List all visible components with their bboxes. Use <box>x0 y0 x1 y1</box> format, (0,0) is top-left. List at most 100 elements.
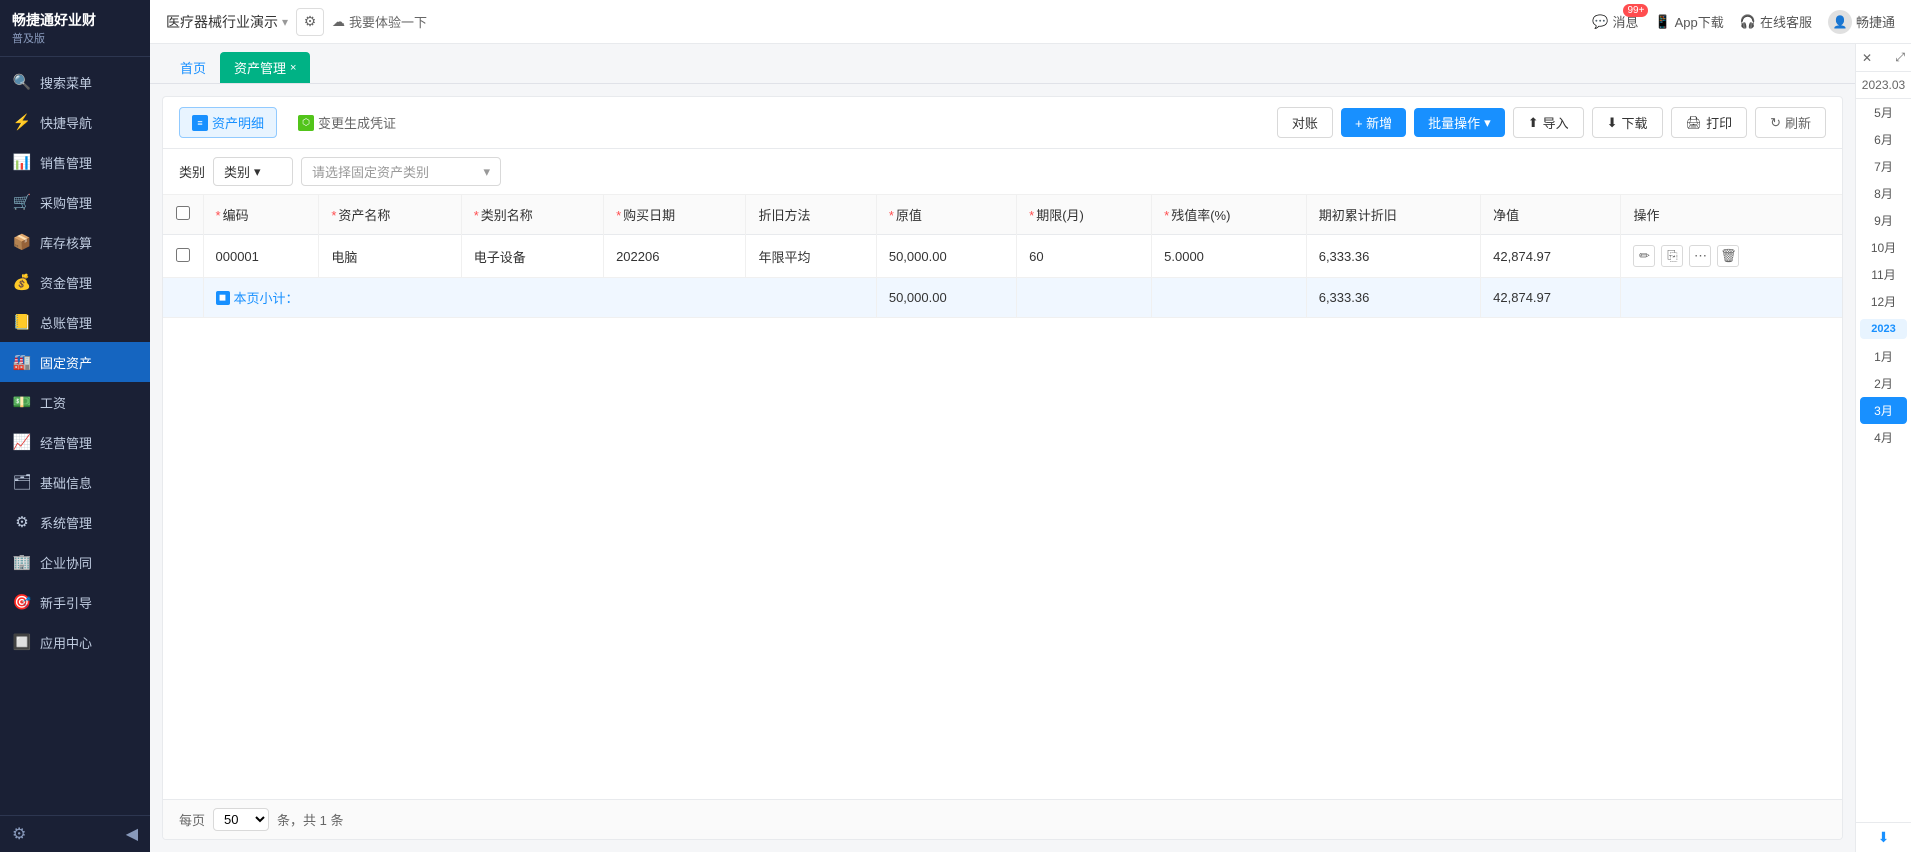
sidebar-item-system[interactable]: ⚙ 系统管理 <box>0 502 150 542</box>
sub-tab-asset-detail[interactable]: ≡ 资产明细 <box>179 107 277 138</box>
current-year-section: 2023 1月 2月 3月 4月 <box>1856 319 1911 451</box>
tab-close-icon[interactable]: × <box>290 62 296 74</box>
header-original-value: *原值 <box>876 195 1016 235</box>
experience-label: 我要体验一下 <box>349 12 427 31</box>
sidebar-item-label: 企业协同 <box>40 553 92 572</box>
refresh-button[interactable]: ↻ 刷新 <box>1755 107 1826 138</box>
export-button[interactable]: ⬆ 导入 <box>1513 107 1584 138</box>
print-icon: 🖨 <box>1686 115 1703 131</box>
capital-icon: 💰 <box>12 272 32 292</box>
sidebar-item-fixed-assets[interactable]: 🏭 固定资产 <box>0 342 150 382</box>
header-purchase-date: *购买日期 <box>604 195 746 235</box>
month-item[interactable]: 9月 <box>1856 207 1911 234</box>
month-item[interactable]: 11月 <box>1856 261 1911 288</box>
tab-asset-management[interactable]: 资产管理 × <box>220 52 310 83</box>
app-download-button[interactable]: 📱 App下载 <box>1654 12 1723 31</box>
settings-icon[interactable]: ⚙ <box>12 824 26 844</box>
main-wrapper: 首页 资产管理 × ≡ 资产明细 ⬡ 变更生成凭证 对账 <box>150 44 1911 852</box>
month-item-mar[interactable]: 3月 <box>1860 397 1907 424</box>
cell-depreciation-method: 年限平均 <box>746 235 876 278</box>
sidebar-item-basic-info[interactable]: 🗂 基础信息 <box>0 462 150 502</box>
month-item[interactable]: 7月 <box>1856 153 1911 180</box>
print-button[interactable]: 🖨 打印 <box>1671 107 1748 138</box>
tab-home[interactable]: 首页 <box>166 52 220 83</box>
sidebar-item-label: 库存核算 <box>40 233 92 252</box>
category-label: 类别 <box>179 162 205 181</box>
payroll-icon: 💵 <box>12 392 32 412</box>
date-year-month-label: 2023.03 <box>1862 78 1905 92</box>
subtotal-initial-accumulated: 6,333.36 <box>1306 278 1480 318</box>
asset-detail-icon: ≡ <box>192 115 208 131</box>
company-selector[interactable]: 医疗器械行业演示 ▾ <box>166 12 288 32</box>
tab-home-label: 首页 <box>180 61 206 76</box>
filter-placeholder: 请选择固定资产类别 <box>312 162 429 181</box>
download-button[interactable]: ⬇ 下载 <box>1592 107 1663 138</box>
sidebar-item-search[interactable]: 🔍 搜索菜单 <box>0 62 150 102</box>
date-panel-header: ✕ ⤢ <box>1856 44 1911 72</box>
ledger-icon: 📒 <box>12 312 32 332</box>
service-label: 在线客服 <box>1760 12 1812 31</box>
header-depreciation-method: 折旧方法 <box>746 195 876 235</box>
chevron-down-icon: ▾ <box>254 164 261 180</box>
sidebar-item-payroll[interactable]: 💵 工资 <box>0 382 150 422</box>
month-item[interactable]: 5月 <box>1856 99 1911 126</box>
new-button[interactable]: + 新增 <box>1341 108 1406 137</box>
company-name: 医疗器械行业演示 <box>166 12 278 32</box>
edit-icon[interactable]: ✏ <box>1633 245 1655 267</box>
cell-name: 电脑 <box>319 235 461 278</box>
service-button[interactable]: 🎧 在线客服 <box>1740 12 1812 31</box>
sidebar-item-inventory[interactable]: 📦 库存核算 <box>0 222 150 262</box>
month-item-jan[interactable]: 1月 <box>1856 343 1911 370</box>
filter-bar: 类别 类别 ▾ 请选择固定资产类别 ▾ <box>163 149 1842 195</box>
date-year-month: 2023.03 <box>1856 72 1911 99</box>
settings-button[interactable]: ⚙ <box>296 8 324 36</box>
sub-tab-change-voucher[interactable]: ⬡ 变更生成凭证 <box>285 107 409 138</box>
month-item[interactable]: 8月 <box>1856 180 1911 207</box>
sidebar-item-apps[interactable]: 🔲 应用中心 <box>0 622 150 662</box>
sidebar-item-guide[interactable]: 🎯 新手引导 <box>0 582 150 622</box>
collapse-icon[interactable]: ◀ <box>126 824 138 844</box>
sidebar-item-purchase[interactable]: 🛒 采购管理 <box>0 182 150 222</box>
sidebar-item-sales[interactable]: 📊 销售管理 <box>0 142 150 182</box>
date-panel-close-icon[interactable]: ✕ <box>1860 49 1874 67</box>
per-page-select[interactable]: 50 10 20 100 <box>213 808 269 831</box>
delete-icon[interactable]: 🗑 <box>1717 245 1739 267</box>
date-nav-down-icon[interactable]: ⬇ <box>1878 829 1890 846</box>
sidebar-item-ledger[interactable]: 📒 总账管理 <box>0 302 150 342</box>
copy-icon[interactable]: ⎘ <box>1661 245 1683 267</box>
subtotal-empty2 <box>1017 278 1152 318</box>
category-select-type[interactable]: 类别 ▾ <box>213 157 293 186</box>
table-header-row: *编码 *资产名称 *类别名称 *购买日期 折旧方法 *原值 *期限(月) *残… <box>163 195 1842 235</box>
reconcile-button[interactable]: 对账 <box>1277 107 1333 138</box>
month-item-apr[interactable]: 4月 <box>1856 424 1911 451</box>
download-label: App下载 <box>1675 12 1724 31</box>
select-all-checkbox[interactable] <box>176 206 190 220</box>
cell-code: 000001 <box>203 235 319 278</box>
category-input[interactable]: 请选择固定资产类别 ▾ <box>301 157 501 186</box>
user-menu[interactable]: 👤 畅捷通 <box>1828 10 1895 34</box>
month-item-feb[interactable]: 2月 <box>1856 370 1911 397</box>
date-bottom: ⬇ <box>1856 822 1911 852</box>
month-item[interactable]: 6月 <box>1856 126 1911 153</box>
content-area: 首页 资产管理 × ≡ 资产明细 ⬡ 变更生成凭证 对账 <box>150 44 1855 852</box>
sidebar-item-enterprise[interactable]: 🏢 企业协同 <box>0 542 150 582</box>
batch-button[interactable]: 批量操作 ▾ <box>1414 108 1505 137</box>
more-icon[interactable]: ⋯ <box>1689 245 1711 267</box>
sidebar-item-quicknav[interactable]: ⚡ 快捷导航 <box>0 102 150 142</box>
sidebar-item-capital[interactable]: 💰 资金管理 <box>0 262 150 302</box>
sidebar-item-label: 新手引导 <box>40 593 92 612</box>
sub-tab-asset-detail-label: 资产明细 <box>212 113 264 132</box>
month-item[interactable]: 10月 <box>1856 234 1911 261</box>
header-name: *资产名称 <box>319 195 461 235</box>
subtotal-label-cell: ◼ 本页小计： <box>203 278 876 318</box>
date-panel-expand-icon[interactable]: ⤢ <box>1893 48 1907 67</box>
table-row: 000001 电脑 电子设备 202206 年限平均 50,000.00 60 … <box>163 235 1842 278</box>
experience-button[interactable]: ☁ 我要体验一下 <box>332 12 427 31</box>
messages-button[interactable]: 💬 消息 99+ <box>1592 12 1638 31</box>
reconcile-label: 对账 <box>1292 113 1318 132</box>
sidebar-item-operations[interactable]: 📈 经营管理 <box>0 422 150 462</box>
table-container: *编码 *资产名称 *类别名称 *购买日期 折旧方法 *原值 *期限(月) *残… <box>163 195 1842 799</box>
month-item[interactable]: 12月 <box>1856 288 1911 315</box>
quicknav-icon: ⚡ <box>12 112 32 132</box>
row-checkbox[interactable] <box>176 248 190 262</box>
